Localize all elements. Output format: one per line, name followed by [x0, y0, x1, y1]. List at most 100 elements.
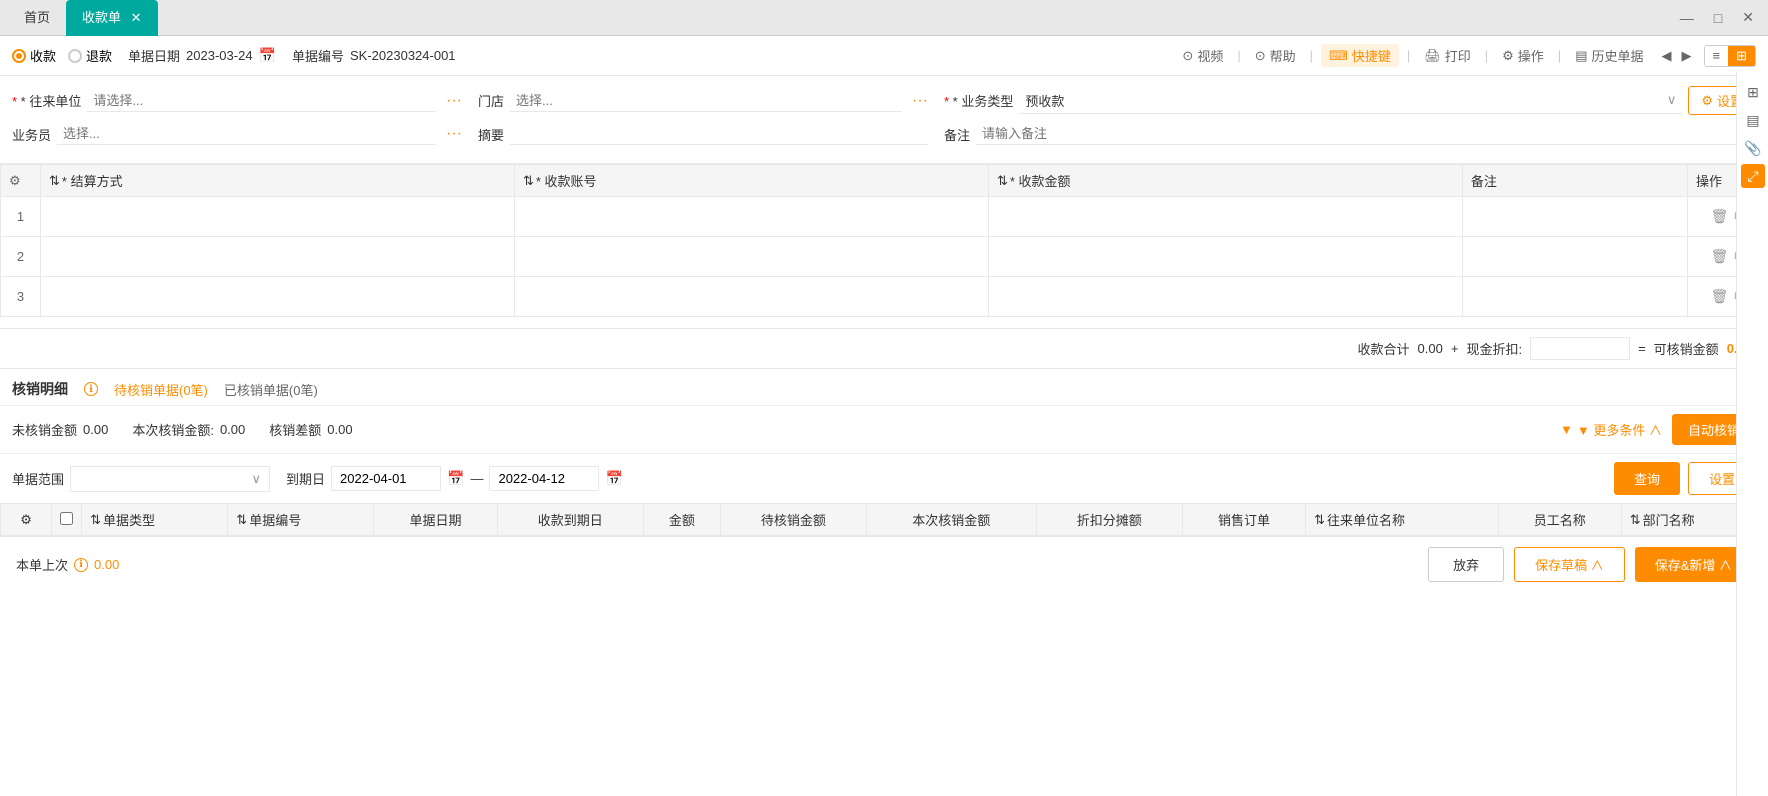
- notes-field: 备注: [944, 123, 1756, 145]
- notes-cell[interactable]: [1462, 237, 1687, 277]
- discount-input[interactable]: [1530, 337, 1630, 360]
- clip-sidebar-icon[interactable]: 📎: [1741, 136, 1765, 160]
- footer-info: 本单上次 ℹ 0.00: [16, 555, 119, 574]
- query-button[interactable]: 查询: [1614, 462, 1680, 495]
- account-cell[interactable]: [514, 237, 988, 277]
- col-settlement-header[interactable]: ⇅* 结算方式: [41, 165, 515, 197]
- tab-home[interactable]: 首页: [8, 0, 66, 36]
- salesperson-input[interactable]: [57, 123, 436, 145]
- counterpart-label: * 往来单位: [12, 91, 81, 110]
- receipt-type-radio-group: 收款 退款: [12, 46, 112, 65]
- settings-gear-icon: ⚙: [1701, 93, 1713, 109]
- bt-gear-header[interactable]: ⚙: [1, 504, 52, 536]
- nav-prev-icon[interactable]: ◀: [1658, 46, 1676, 66]
- amount-cell[interactable]: [988, 197, 1462, 237]
- account-cell[interactable]: [514, 277, 988, 317]
- maximize-btn[interactable]: □: [1708, 8, 1728, 28]
- notes-cell[interactable]: [1462, 197, 1687, 237]
- form-row-2: 业务员 ··· 摘要 备注: [12, 123, 1756, 145]
- due-date-from-calendar-icon[interactable]: 📅: [447, 470, 464, 487]
- shortcut-btn[interactable]: ⌨ 快捷键: [1321, 44, 1399, 67]
- account-cell[interactable]: [514, 197, 988, 237]
- store-more-btn[interactable]: ···: [912, 92, 928, 110]
- sort-icon: ⇅: [523, 173, 534, 189]
- operations-icon: ⚙: [1502, 48, 1514, 64]
- settlement-cell[interactable]: [41, 277, 515, 317]
- single-no-label: 单据编号: [292, 46, 344, 65]
- history-btn[interactable]: ▤ 历史单据: [1569, 44, 1649, 67]
- delete-row-icon[interactable]: 🗑: [1711, 248, 1729, 265]
- amount-cell[interactable]: [988, 237, 1462, 277]
- due-date-from-input[interactable]: [331, 466, 441, 491]
- date-separator: —: [470, 471, 483, 486]
- tab-receipt[interactable]: 收款单 ✕: [66, 0, 158, 36]
- writeoff-stats: 未核销金额 0.00 本次核销金额: 0.00 核销差额 0.00 ▼ ▼ 更多…: [0, 406, 1768, 453]
- notes-input[interactable]: [976, 123, 1756, 145]
- col-account-label: * 收款账号: [536, 171, 597, 190]
- col-gear-header[interactable]: ⚙: [1, 165, 41, 197]
- view-list-btn[interactable]: ≡: [1705, 46, 1729, 66]
- bt-docno-header[interactable]: ⇅单据编号: [228, 504, 374, 536]
- settlement-cell[interactable]: [41, 237, 515, 277]
- doc-sidebar-icon[interactable]: ▤: [1741, 108, 1765, 132]
- footer-info-icon[interactable]: ℹ: [74, 558, 88, 572]
- counterpart-input[interactable]: [87, 90, 436, 112]
- done-tab[interactable]: 已核销单据(0笔): [224, 380, 318, 399]
- print-icon: 🖨: [1424, 48, 1441, 64]
- notes-cell[interactable]: [1462, 277, 1687, 317]
- pending-tab[interactable]: 待核销单据(0笔): [114, 380, 208, 399]
- business-type-arrow-icon: ∨: [1667, 92, 1677, 108]
- single-date-calendar-icon[interactable]: 📅: [259, 47, 276, 64]
- bt-counterpart-header[interactable]: ⇅往来单位名称: [1306, 504, 1499, 536]
- minimize-btn[interactable]: —: [1674, 8, 1700, 28]
- operations-btn[interactable]: ⚙ 操作: [1496, 44, 1550, 67]
- writeoff-info-icon[interactable]: ℹ: [84, 382, 98, 396]
- due-date-label: 到期日: [286, 469, 325, 488]
- bt-doctype-header[interactable]: ⇅单据类型: [82, 504, 228, 536]
- sort-icon: ⇅: [997, 173, 1008, 189]
- settlement-cell[interactable]: [41, 197, 515, 237]
- bt-duedate-header: 收款到期日: [497, 504, 643, 536]
- expand-sidebar-icon[interactable]: ⤢: [1741, 164, 1765, 188]
- delete-row-icon[interactable]: 🗑: [1711, 208, 1729, 225]
- help-btn[interactable]: ⊙ 帮助: [1249, 44, 1302, 67]
- save-new-button[interactable]: 保存&新增 ∧: [1635, 547, 1752, 582]
- video-btn[interactable]: ⊙ 视频: [1176, 44, 1229, 67]
- salesperson-field: 业务员 ···: [12, 123, 462, 145]
- row-num: 1: [1, 197, 41, 237]
- delete-row-icon[interactable]: 🗑: [1711, 288, 1729, 305]
- col-amount-header[interactable]: ⇅* 收款金额: [988, 165, 1462, 197]
- discard-button[interactable]: 放弃: [1428, 547, 1504, 582]
- table-sidebar-icon[interactable]: ⊞: [1741, 80, 1765, 104]
- view-grid-btn[interactable]: ⊞: [1728, 46, 1755, 66]
- single-no-field: 单据编号 SK-20230324-001: [292, 46, 456, 65]
- close-btn[interactable]: ✕: [1736, 7, 1760, 28]
- refund-radio[interactable]: 退款: [68, 46, 112, 65]
- summary-input[interactable]: [510, 123, 928, 145]
- col-account-header[interactable]: ⇅* 收款账号: [514, 165, 988, 197]
- sort-icon: ⇅: [1314, 512, 1325, 528]
- more-conditions-btn[interactable]: ▼ ▼ 更多条件 ∧: [1560, 420, 1662, 439]
- amount-cell[interactable]: [988, 277, 1462, 317]
- select-all-checkbox[interactable]: [60, 512, 73, 525]
- business-type-select[interactable]: 预收款 ∨: [1019, 88, 1682, 114]
- save-draft-button[interactable]: 保存草稿 ∧: [1514, 547, 1625, 582]
- nav-next-icon[interactable]: ▶: [1678, 46, 1696, 66]
- scope-select[interactable]: ∨: [70, 466, 270, 492]
- salesperson-more-btn[interactable]: ···: [446, 125, 462, 143]
- writeoff-diff-value: 0.00: [327, 422, 352, 437]
- due-date-to-calendar-icon[interactable]: 📅: [605, 470, 622, 487]
- writeoff-title: 核销明细: [12, 379, 68, 399]
- tab-close-icon[interactable]: ✕: [131, 10, 142, 25]
- single-date-label: 单据日期: [128, 46, 180, 65]
- top-toolbar: 收款 退款 单据日期 2023-03-24 📅 单据编号 SK-20230324…: [0, 36, 1768, 76]
- writeoff-header: 核销明细 ℹ 待核销单据(0笔) 已核销单据(0笔): [0, 369, 1768, 406]
- receipt-radio[interactable]: 收款: [12, 46, 56, 65]
- bt-salesorder-header: 销售订单: [1182, 504, 1305, 536]
- footer: 本单上次 ℹ 0.00 放弃 保存草稿 ∧ 保存&新增 ∧: [0, 536, 1768, 592]
- receipt-table: ⚙ ⇅* 结算方式 ⇅* 收款账号 ⇅* 收款金额 备注 操作 1: [0, 164, 1768, 317]
- counterpart-more-btn[interactable]: ···: [446, 92, 462, 110]
- due-date-to-input[interactable]: [489, 466, 599, 491]
- print-btn[interactable]: 🖨 打印: [1418, 44, 1477, 67]
- store-input[interactable]: [510, 90, 902, 112]
